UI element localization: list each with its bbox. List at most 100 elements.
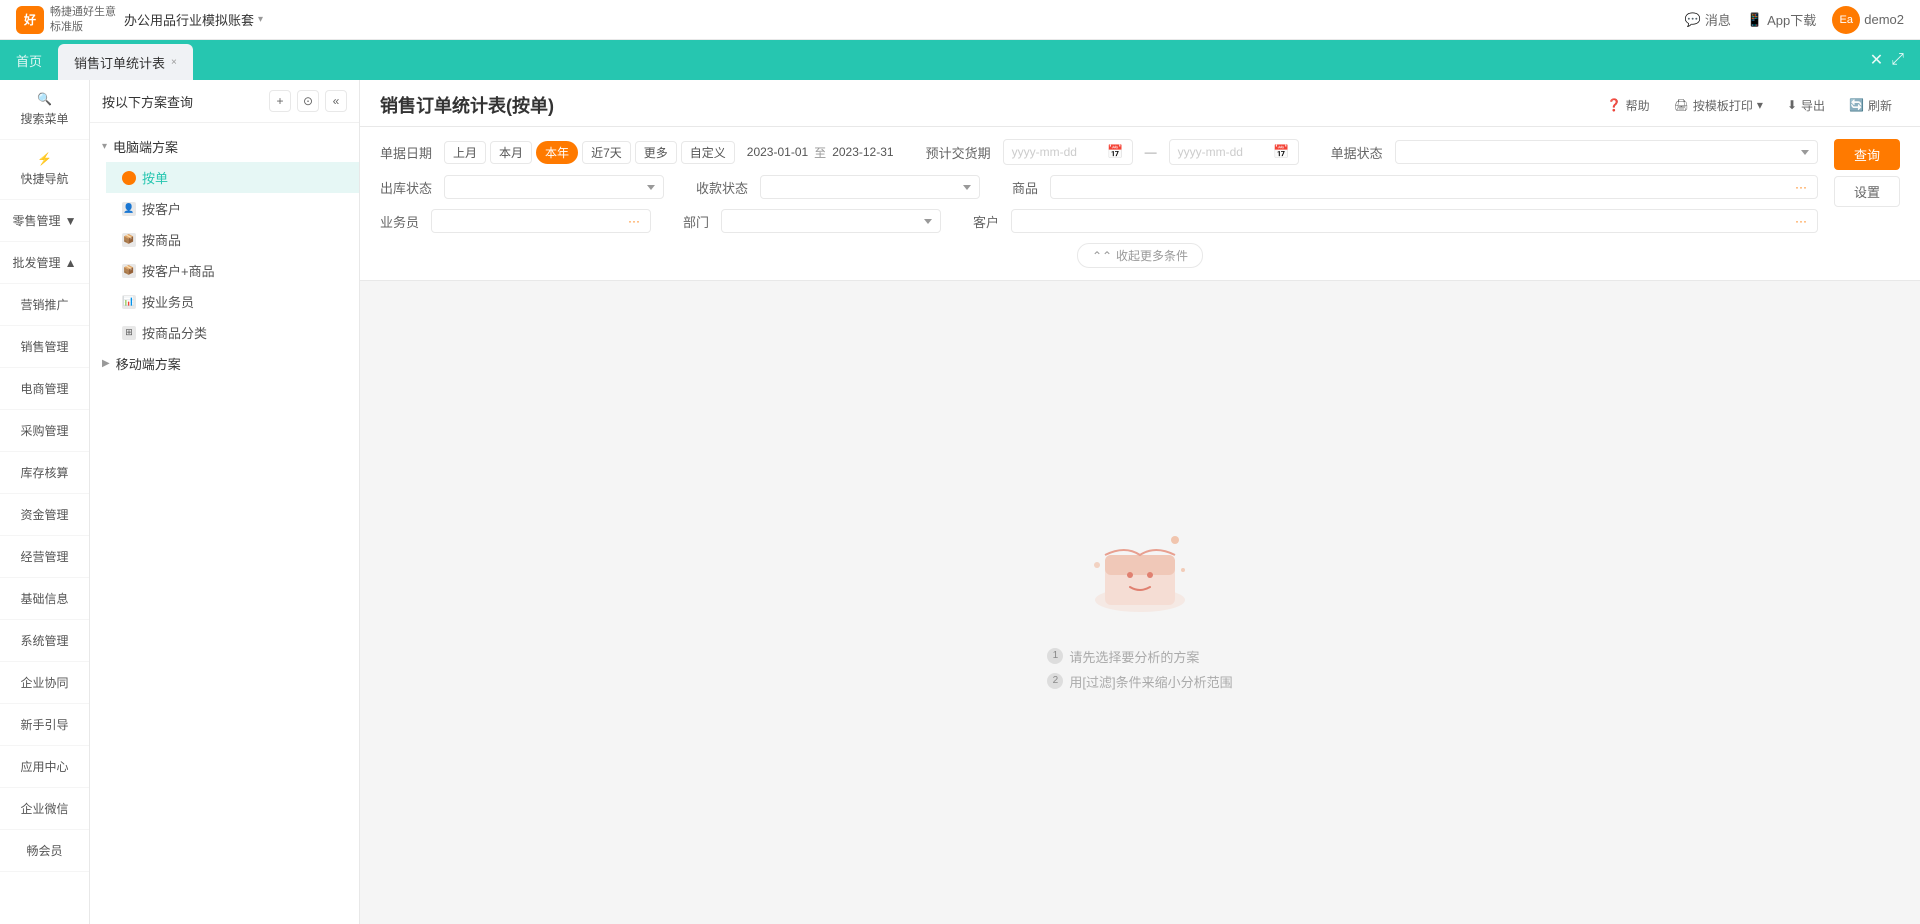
app-download-btn[interactable]: 📱 App下载 bbox=[1747, 10, 1816, 29]
sidebar-item-retail[interactable]: 零售管理 ▼ bbox=[0, 200, 89, 242]
out-status-select[interactable] bbox=[444, 175, 664, 199]
settings-btn[interactable]: 设置 bbox=[1834, 176, 1900, 207]
query-btn[interactable]: 查询 bbox=[1834, 139, 1900, 170]
sidebar-item-system[interactable]: 系统管理 bbox=[0, 620, 89, 662]
collapse-bar: ⌃⌃ 收起更多条件 bbox=[380, 243, 1900, 268]
expected-date-start-input[interactable]: yyyy-mm-dd 📅 bbox=[1003, 139, 1133, 165]
logo-area: 好 畅捷通好生意 标准版 bbox=[16, 5, 116, 34]
sidebar-item-quicknav[interactable]: ⚡ 快捷导航 bbox=[0, 140, 89, 200]
calendar-icon: 📅 bbox=[1107, 144, 1123, 160]
sidebar-item-ecommerce[interactable]: 电商管理 bbox=[0, 368, 89, 410]
message-icon: 💬 bbox=[1685, 12, 1701, 28]
dept-select[interactable] bbox=[721, 209, 941, 233]
scheme-item-by-goods-category[interactable]: ⊞ 按商品分类 bbox=[106, 317, 359, 348]
tab-maximize-btn[interactable]: ⤢ bbox=[1891, 50, 1904, 70]
person-icon: 👤 bbox=[122, 202, 136, 216]
tree-area: ▾ 电脑端方案 按单 👤 按客户 📦 按商品 bbox=[90, 123, 359, 924]
empty-hint-2: 2 用[过滤]条件来缩小分析范围 bbox=[1047, 672, 1232, 691]
filter-row-top: 单据日期 上月 本月 本年 近7天 更多 自定义 2023-01-01 bbox=[380, 139, 1900, 233]
message-btn[interactable]: 💬 消息 bbox=[1685, 10, 1731, 29]
scheme-item-by-salesperson[interactable]: 📊 按业务员 bbox=[106, 286, 359, 317]
right-panel: 销售订单统计表(按单) ❓ 帮助 🖨 按模板打印 ▾ ⬇ 导出 bbox=[360, 80, 1920, 924]
tree-parent-desktop[interactable]: ▾ 电脑端方案 bbox=[90, 131, 359, 162]
date-sep-icon: — bbox=[1145, 145, 1157, 159]
customer-label: 客户 bbox=[973, 212, 999, 231]
expected-date-end-input[interactable]: yyyy-mm-dd 📅 bbox=[1169, 139, 1299, 165]
collapse-conditions-btn[interactable]: ⌃⌃ 收起更多条件 bbox=[1077, 243, 1203, 268]
bill-status-wrap bbox=[1395, 140, 1818, 164]
goods-input[interactable]: ··· bbox=[1050, 175, 1818, 199]
print-icon: 🖨 bbox=[1674, 98, 1689, 112]
sidebar-item-purchase[interactable]: 采购管理 bbox=[0, 410, 89, 452]
out-status-wrap bbox=[444, 175, 664, 199]
filter-row-2: 出库状态 收款状态 bbox=[380, 175, 1818, 199]
hint1-text: 请先选择要分析的方案 bbox=[1069, 647, 1199, 666]
date-range-end: 2023-12-31 bbox=[832, 145, 893, 159]
bill-status-select[interactable] bbox=[1395, 140, 1818, 164]
left-panel-header: 按以下方案查询 + ⊙ « bbox=[90, 80, 359, 123]
tab-bar: 首页 销售订单统计表 × ✕ ⤢ bbox=[0, 40, 1920, 80]
user-avatar-area[interactable]: Ea demo2 bbox=[1832, 6, 1904, 34]
app-title[interactable]: 办公用品行业模拟账套 ▾ bbox=[124, 10, 263, 29]
sidebar-item-basic-info[interactable]: 基础信息 bbox=[0, 578, 89, 620]
sidebar-item-finance[interactable]: 资金管理 bbox=[0, 494, 89, 536]
sidebar-item-marketing[interactable]: 营销推广 bbox=[0, 284, 89, 326]
last-month-btn[interactable]: 上月 bbox=[444, 141, 486, 164]
tab-home[interactable]: 首页 bbox=[0, 40, 58, 80]
sidebar-item-search[interactable]: 🔍 搜索菜单 bbox=[0, 80, 89, 140]
tab-close-icon[interactable]: × bbox=[171, 57, 177, 68]
tree-parent-mobile[interactable]: ▶ 移动端方案 bbox=[90, 348, 359, 379]
scheme-item-by-order[interactable]: 按单 bbox=[106, 162, 359, 193]
empty-hint-1: 1 请先选择要分析的方案 bbox=[1047, 647, 1232, 666]
sidebar-item-member[interactable]: 畅会员 bbox=[0, 830, 89, 872]
calendar2-icon: 📅 bbox=[1273, 144, 1289, 160]
filter-row-3: 业务员 ··· 部门 客户 bbox=[380, 209, 1818, 233]
export-btn[interactable]: ⬇ 导出 bbox=[1779, 93, 1833, 118]
tab-restore-btn[interactable]: ✕ bbox=[1870, 50, 1883, 70]
dept-wrap bbox=[721, 209, 941, 233]
receipt-status-select[interactable] bbox=[760, 175, 980, 199]
grid-icon: ⊞ bbox=[122, 326, 136, 340]
sidebar-item-wechat[interactable]: 企业微信 bbox=[0, 788, 89, 830]
more-btn[interactable]: 更多 bbox=[635, 141, 677, 164]
salesperson-input[interactable]: ··· bbox=[431, 209, 651, 233]
this-month-btn[interactable]: 本月 bbox=[490, 141, 532, 164]
date-range-sep: 至 bbox=[814, 144, 826, 161]
sidebar-item-operations[interactable]: 经营管理 bbox=[0, 536, 89, 578]
receipt-status-wrap bbox=[760, 175, 980, 199]
sidebar-item-collab[interactable]: 企业协同 bbox=[0, 662, 89, 704]
scheme-item-by-customer-goods[interactable]: 📦 按客户+商品 bbox=[106, 255, 359, 286]
refresh-btn[interactable]: 🔄 刷新 bbox=[1841, 93, 1900, 118]
retail-arrow-icon: ▼ bbox=[65, 214, 77, 228]
custom-btn[interactable]: 自定义 bbox=[681, 141, 735, 164]
wholesale-arrow-icon: ▲ bbox=[65, 256, 77, 270]
print-btn[interactable]: 🖨 按模板打印 ▾ bbox=[1666, 93, 1771, 118]
expected-date-label: 预计交货期 bbox=[926, 143, 991, 162]
page-header: 销售订单统计表(按单) ❓ 帮助 🖨 按模板打印 ▾ ⬇ 导出 bbox=[360, 80, 1920, 127]
bill-date-label: 单据日期 bbox=[380, 143, 432, 162]
hint2-text: 用[过滤]条件来缩小分析范围 bbox=[1069, 672, 1232, 691]
tree-children-desktop: 按单 👤 按客户 📦 按商品 📦 按客户+商品 � bbox=[90, 162, 359, 348]
sidebar-item-inventory[interactable]: 库存核算 bbox=[0, 452, 89, 494]
sidebar-item-newbie[interactable]: 新手引导 bbox=[0, 704, 89, 746]
sidebar-item-wholesale[interactable]: 批发管理 ▲ bbox=[0, 242, 89, 284]
scheme-item-by-goods[interactable]: 📦 按商品 bbox=[106, 224, 359, 255]
customer-input[interactable]: ··· bbox=[1011, 209, 1818, 233]
help-btn[interactable]: ❓ 帮助 bbox=[1599, 93, 1658, 118]
sidebar-item-sales[interactable]: 销售管理 bbox=[0, 326, 89, 368]
scheme-item-by-customer[interactable]: 👤 按客户 bbox=[106, 193, 359, 224]
selected-dot-icon bbox=[122, 171, 136, 185]
collapse-panel-btn[interactable]: « bbox=[325, 90, 347, 112]
add-scheme-btn[interactable]: + bbox=[269, 90, 291, 112]
sidebar-item-app-center[interactable]: 应用中心 bbox=[0, 746, 89, 788]
current-year-btn[interactable]: 本年 bbox=[536, 141, 578, 164]
help-icon: ❓ bbox=[1607, 98, 1622, 112]
last7days-btn[interactable]: 近7天 bbox=[582, 141, 631, 164]
person-box-icon: 📦 bbox=[122, 264, 136, 278]
left-panel: 按以下方案查询 + ⊙ « ▾ 电脑端方案 按单 bbox=[90, 80, 360, 924]
search-icon: 🔍 bbox=[37, 92, 52, 106]
settings-scheme-btn[interactable]: ⊙ bbox=[297, 90, 319, 112]
hint1-num: 1 bbox=[1047, 648, 1063, 664]
main-layout: 🔍 搜索菜单 ⚡ 快捷导航 零售管理 ▼ 批发管理 ▲ 营销推广 销售管理 电商… bbox=[0, 80, 1920, 924]
tab-sales-order[interactable]: 销售订单统计表 × bbox=[58, 44, 193, 80]
